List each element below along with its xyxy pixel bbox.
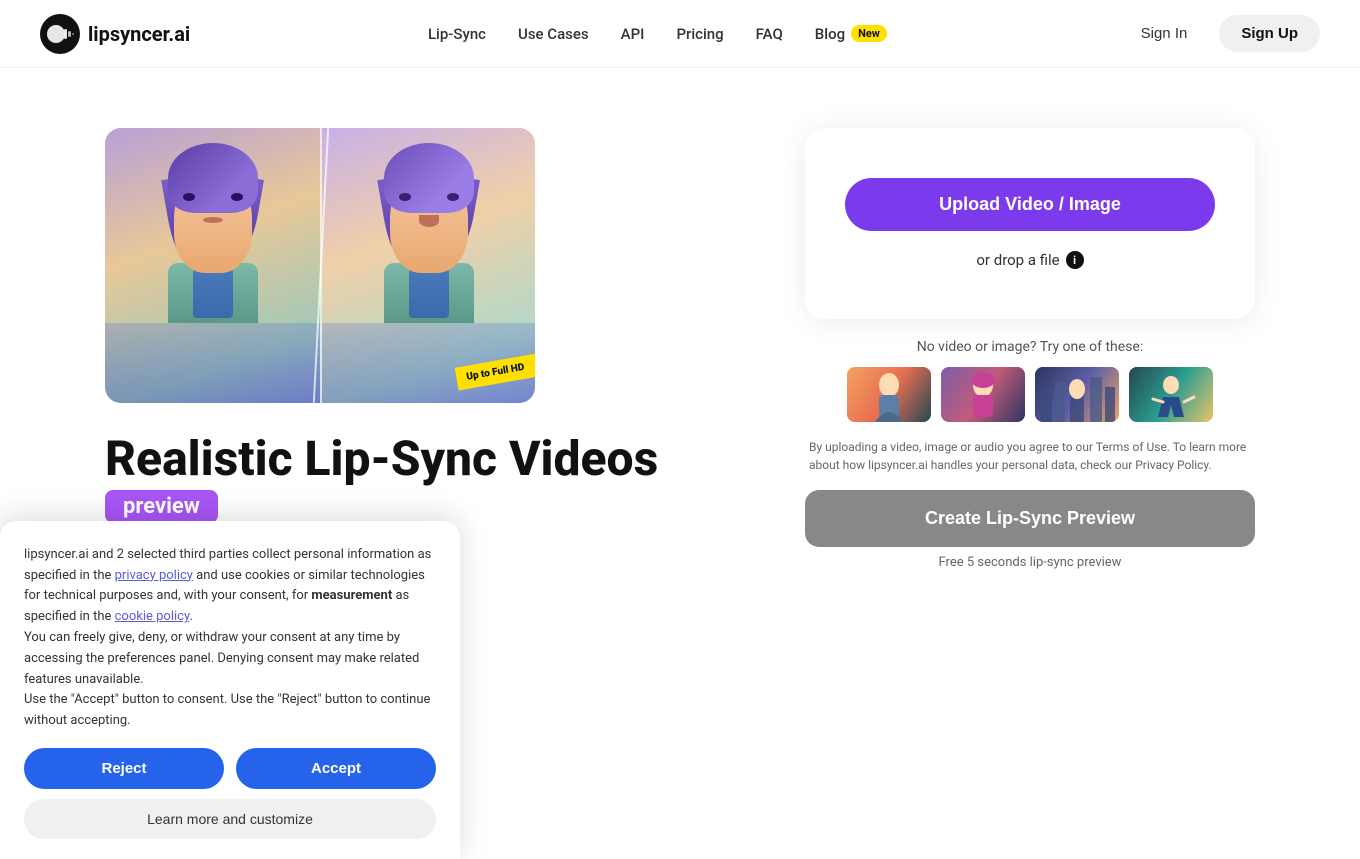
cookie-reject-button[interactable]: Reject xyxy=(24,748,224,789)
consent-text: By uploading a video, image or audio you… xyxy=(805,438,1255,474)
cookie-policy-link[interactable]: cookie policy xyxy=(115,609,190,624)
char-face-left xyxy=(163,143,263,323)
create-preview-button[interactable]: Create Lip-Sync Preview xyxy=(805,490,1255,547)
nav-pricing[interactable]: Pricing xyxy=(676,25,723,43)
cookie-text-part4: .You can freely give, deny, or withdraw … xyxy=(24,609,430,728)
cookie-accept-button[interactable]: Accept xyxy=(236,748,436,789)
upload-button[interactable]: Upload Video / Image xyxy=(845,178,1215,231)
upload-box: Upload Video / Image or drop a file i xyxy=(805,128,1255,319)
hero-image: Up to Full HD xyxy=(105,128,535,403)
nav-faq[interactable]: FAQ xyxy=(756,25,783,43)
sample-thumb-2[interactable] xyxy=(941,367,1025,422)
cookie-banner: lipsyncer.ai and 2 selected third partie… xyxy=(0,521,460,859)
hero-image-left xyxy=(105,128,320,403)
preview-badge: preview xyxy=(105,490,218,523)
cookie-measurement: measurement xyxy=(311,588,392,603)
sample-title: No video or image? Try one of these: xyxy=(805,339,1255,355)
left-panel: Up to Full HD Realistic Lip-Sync Videos … xyxy=(105,128,745,523)
nav-links: Lip-Sync Use Cases API Pricing FAQ Blog … xyxy=(428,25,887,43)
sample-thumbnails xyxy=(805,367,1255,422)
char-face-right xyxy=(379,143,479,323)
sample-section: No video or image? Try one of these: xyxy=(805,339,1255,422)
free-preview-text: Free 5 seconds lip-sync preview xyxy=(805,555,1255,570)
navbar: lipsyncer.ai Lip-Sync Use Cases API Pric… xyxy=(0,0,1360,68)
logo-icon xyxy=(40,14,80,54)
info-icon[interactable]: i xyxy=(1066,251,1084,269)
nav-blog[interactable]: Blog New xyxy=(815,25,887,43)
logo-text: lipsyncer.ai xyxy=(88,22,190,46)
drop-text: or drop a file i xyxy=(845,251,1215,269)
cookie-customize-button[interactable]: Learn more and customize xyxy=(24,799,436,839)
hero-heading: Realistic Lip-Sync Videos xyxy=(105,433,745,486)
logo[interactable]: lipsyncer.ai xyxy=(40,14,190,54)
nav-lip-sync[interactable]: Lip-Sync xyxy=(428,25,486,43)
nav-use-cases[interactable]: Use Cases xyxy=(518,25,589,43)
sample-thumb-3[interactable] xyxy=(1035,367,1119,422)
nav-actions: Sign In Sign Up xyxy=(1125,15,1320,52)
cookie-text: lipsyncer.ai and 2 selected third partie… xyxy=(24,545,436,732)
sample-thumb-4[interactable] xyxy=(1129,367,1213,422)
sample-thumb-1[interactable] xyxy=(847,367,931,422)
cookie-action-buttons: Reject Accept xyxy=(24,748,436,789)
privacy-policy-link[interactable]: privacy policy xyxy=(115,568,193,583)
right-panel: Upload Video / Image or drop a file i No… xyxy=(805,128,1255,570)
sign-in-button[interactable]: Sign In xyxy=(1125,17,1204,50)
blog-new-badge: New xyxy=(851,25,887,42)
sign-up-button[interactable]: Sign Up xyxy=(1219,15,1320,52)
hero-text: Realistic Lip-Sync Videos preview xyxy=(105,433,745,523)
nav-api[interactable]: API xyxy=(621,25,645,43)
